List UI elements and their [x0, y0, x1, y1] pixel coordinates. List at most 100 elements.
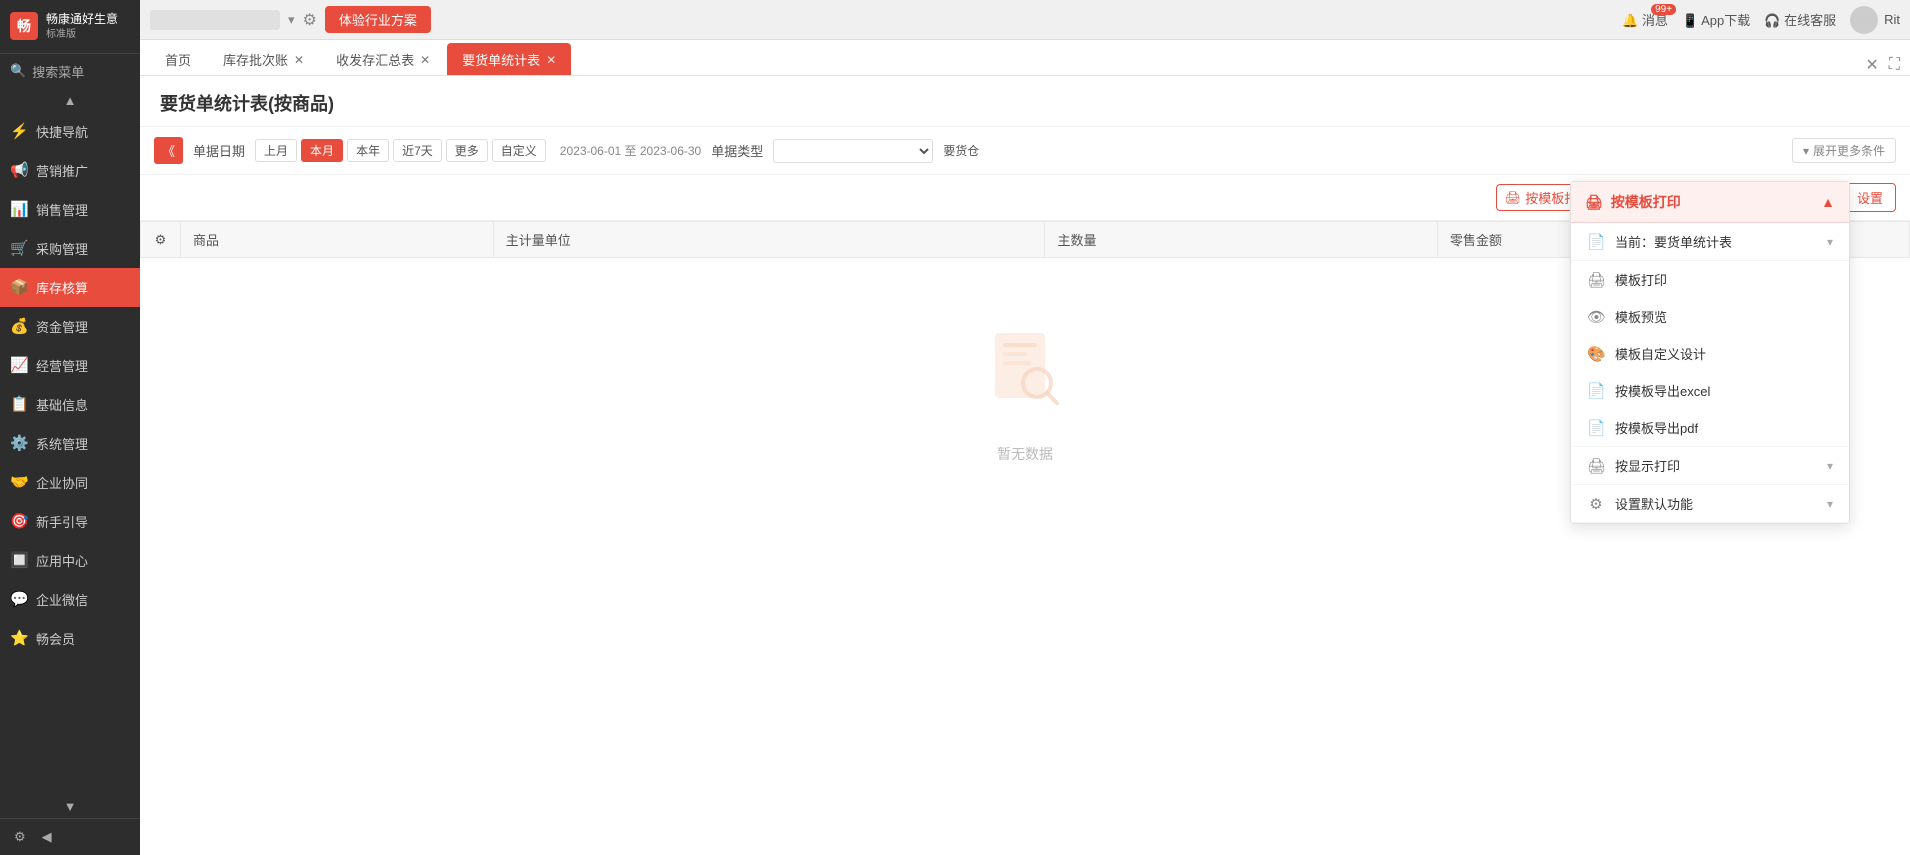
- print-template-dropdown: 🖨 按模板打印 ▲ 📄 当前：要货单统计表 ▾ 🖨 模板打印: [1570, 181, 1850, 524]
- empty-icon: [975, 318, 1075, 434]
- date-btn-7days[interactable]: 近7天: [393, 139, 442, 162]
- sidebar-item-enterprise[interactable]: 🤝 企业协同: [0, 463, 140, 502]
- tab-home[interactable]: 首页: [150, 43, 206, 75]
- logo-text: 畅康通好生意 标准版: [46, 12, 118, 41]
- type-filter-select[interactable]: [773, 139, 933, 163]
- headset-icon: 🎧: [1764, 13, 1780, 28]
- sidebar-item-vip[interactable]: ⭐ 畅会员: [0, 619, 140, 658]
- quick-nav-icon: ⚡: [10, 122, 28, 140]
- notification-btn[interactable]: 🔔 99+ 消息: [1622, 10, 1668, 29]
- date-filter-label: 单据日期: [193, 141, 245, 160]
- type-filter-label: 单据类型: [711, 141, 763, 160]
- page-title: 要货单统计表(按商品): [140, 76, 1910, 127]
- expand-more-btn[interactable]: ▾ 展开更多条件: [1792, 138, 1896, 163]
- sidebar-item-finance[interactable]: 💰 资金管理: [0, 307, 140, 346]
- display-print-expand-icon: ▾: [1827, 459, 1833, 473]
- tab-expand-icon[interactable]: ⛶: [1889, 56, 1900, 74]
- tab-close-all-icon[interactable]: ✕: [1865, 55, 1878, 75]
- search-menu[interactable]: 🔍 搜索菜单: [0, 54, 140, 89]
- date-btn-this-month[interactable]: 本月: [301, 139, 343, 162]
- date-buttons: 上月 本月 本年 近7天 更多 自定义: [255, 139, 546, 162]
- col-product: 商品: [181, 222, 494, 258]
- finance-icon: 💰: [10, 317, 28, 335]
- topbar-search-input[interactable]: [150, 10, 280, 30]
- logo-icon: 畅: [10, 12, 38, 40]
- trial-btn[interactable]: 体验行业方案: [325, 6, 431, 33]
- app-download-btn[interactable]: 📱 App下载: [1682, 10, 1750, 29]
- dropdown-header: 🖨 按模板打印 ▲: [1571, 182, 1849, 223]
- dropdown-export-pdf[interactable]: 📄 按模板导出pdf: [1571, 409, 1849, 446]
- template-design-icon: 🎨: [1587, 345, 1605, 363]
- dropdown-current-item[interactable]: 📄 当前：要货单统计表 ▾: [1571, 223, 1849, 260]
- sidebar-item-label: 营销推广: [36, 161, 88, 180]
- sidebar-item-inventory[interactable]: 📦 库存核算: [0, 268, 140, 307]
- dropdown-template-design[interactable]: 🎨 模板自定义设计: [1571, 335, 1849, 372]
- sidebar-item-purchase[interactable]: 🛒 采购管理: [0, 229, 140, 268]
- dropdown-display-print[interactable]: 🖨 按显示打印 ▾: [1571, 447, 1849, 484]
- topbar-gear-icon[interactable]: ⚙: [303, 10, 317, 30]
- sidebar-item-label: 经营管理: [36, 356, 88, 375]
- settings-footer-icon[interactable]: ⚙: [14, 829, 26, 845]
- sidebar-item-system[interactable]: ⚙️ 系统管理: [0, 424, 140, 463]
- tab-close-icon[interactable]: ✕: [294, 53, 304, 67]
- inventory-icon: 📦: [10, 278, 28, 296]
- export-excel-icon: 📄: [1587, 382, 1605, 400]
- sidebar-item-operations[interactable]: 📈 经营管理: [0, 346, 140, 385]
- user-menu[interactable]: Rit: [1850, 6, 1900, 34]
- tab-close-icon[interactable]: ✕: [420, 53, 430, 67]
- default-settings-icon: ⚙: [1587, 495, 1605, 513]
- default-settings-expand-icon: ▾: [1827, 497, 1833, 511]
- dropdown-default-settings-section: ⚙ 设置默认功能 ▾: [1571, 485, 1849, 523]
- system-icon: ⚙️: [10, 434, 28, 452]
- search-icon: 🔍: [10, 63, 26, 79]
- col-quantity: 主数量: [1045, 222, 1437, 258]
- main-content: ▾ ⚙ 体验行业方案 🔔 99+ 消息 📱 App下载 🎧 在线客服 Rit: [140, 0, 1910, 855]
- dropdown-template-print[interactable]: 🖨 模板打印: [1571, 261, 1849, 298]
- sidebar-item-marketing[interactable]: 📢 营销推广: [0, 151, 140, 190]
- online-support-btn[interactable]: 🎧 在线客服: [1764, 10, 1836, 29]
- tab-inventory-batch[interactable]: 库存批次账 ✕: [208, 43, 319, 75]
- dropdown-close-icon[interactable]: ▲: [1821, 194, 1835, 210]
- date-btn-this-year[interactable]: 本年: [347, 139, 389, 162]
- tab-close-icon[interactable]: ✕: [546, 53, 556, 67]
- sidebar-item-label: 资金管理: [36, 317, 88, 336]
- sidebar-item-basic[interactable]: 📋 基础信息: [0, 385, 140, 424]
- col-unit: 主计量单位: [493, 222, 1045, 258]
- app-logo: 畅 畅康通好生意 标准版: [0, 0, 140, 54]
- topbar-dropdown-arrow[interactable]: ▾: [288, 12, 295, 28]
- sidebar-item-label: 快捷导航: [36, 122, 88, 141]
- dropdown-export-excel[interactable]: 📄 按模板导出excel: [1571, 372, 1849, 409]
- settings-btn[interactable]: 设置: [1844, 183, 1896, 212]
- tab-receipt-summary[interactable]: 收发存汇总表 ✕: [321, 43, 445, 75]
- sidebar-item-appstore[interactable]: 🔲 应用中心: [0, 541, 140, 580]
- tabs-controls: ✕ ⛶: [1865, 55, 1900, 75]
- bell-icon: 🔔: [1622, 13, 1638, 28]
- tab-order-stats[interactable]: 要货单统计表 ✕: [447, 43, 571, 75]
- collapse-icon[interactable]: ◀: [42, 829, 52, 845]
- empty-text: 暂无数据: [997, 444, 1053, 464]
- filter-collapse-btn[interactable]: 《: [154, 137, 183, 164]
- guide-icon: 🎯: [10, 512, 28, 530]
- sidebar-item-label: 系统管理: [36, 434, 88, 453]
- col-settings[interactable]: ⚙: [141, 222, 181, 258]
- dropdown-default-settings[interactable]: ⚙ 设置默认功能 ▾: [1571, 485, 1849, 522]
- scroll-down[interactable]: ▼: [0, 795, 140, 818]
- date-btn-prev-month[interactable]: 上月: [255, 139, 297, 162]
- printer-header-icon: 🖨: [1585, 194, 1603, 211]
- topbar-actions: 🔔 99+ 消息 📱 App下载 🎧 在线客服 Rit: [1622, 6, 1900, 34]
- sidebar-item-wechat[interactable]: 💬 企业微信: [0, 580, 140, 619]
- phone-icon: 📱: [1682, 13, 1698, 28]
- dropdown-template-preview[interactable]: 👁 模板预览: [1571, 298, 1849, 335]
- avatar: [1850, 6, 1878, 34]
- page-content: 要货单统计表(按商品) 《 单据日期 上月 本月 本年 近7天 更多 自定义 2…: [140, 76, 1910, 855]
- sidebar-nav: ⚡ 快捷导航 📢 营销推广 📊 销售管理 🛒 采购管理 📦 库存核算 💰 资金管…: [0, 112, 140, 795]
- marketing-icon: 📢: [10, 161, 28, 179]
- sidebar-item-quick-nav[interactable]: ⚡ 快捷导航: [0, 112, 140, 151]
- sidebar-item-sales[interactable]: 📊 销售管理: [0, 190, 140, 229]
- scroll-up[interactable]: ▲: [0, 89, 140, 112]
- sidebar-item-label: 企业微信: [36, 590, 88, 609]
- sidebar-item-guide[interactable]: 🎯 新手引导: [0, 502, 140, 541]
- date-btn-custom[interactable]: 自定义: [492, 139, 546, 162]
- appstore-icon: 🔲: [10, 551, 28, 569]
- date-btn-more[interactable]: 更多: [446, 139, 488, 162]
